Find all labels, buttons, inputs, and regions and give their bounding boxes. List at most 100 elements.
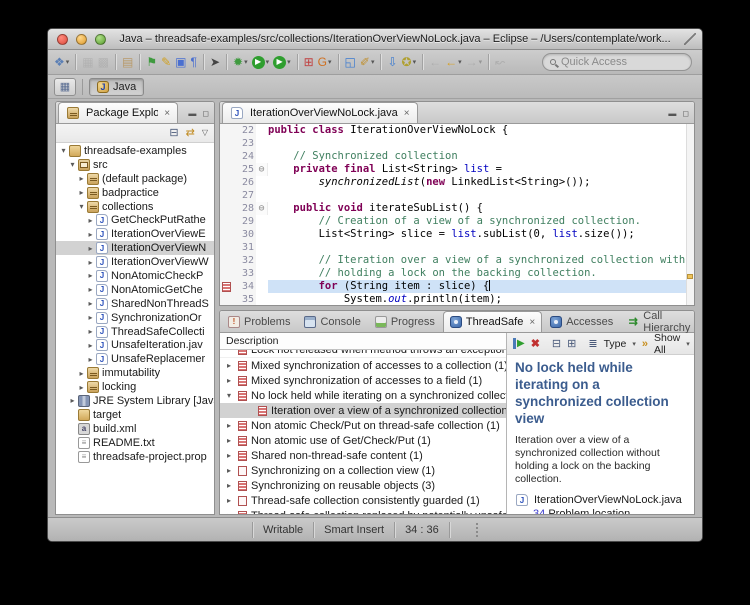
collapse-all-button[interactable]: ⊟	[169, 127, 178, 139]
code-line-32[interactable]: 32 // Iteration over a view of a synchro…	[220, 254, 694, 267]
select-element-button[interactable]: ➤	[208, 52, 222, 72]
tree-item-unsafereplacemer[interactable]: ▸ UnsafeReplacemer	[56, 352, 214, 366]
code-line-30[interactable]: 30 List<String> slice = list.subList(0, …	[220, 228, 694, 241]
fold-collapse-icon[interactable]: ⊖	[256, 202, 268, 215]
description-column-header[interactable]: Description	[220, 333, 506, 350]
view-menu-button[interactable]: ▽	[202, 129, 208, 137]
tree-item-jre-system-library-java[interactable]: ▸ JRE System Library [Java	[56, 394, 214, 408]
expander-icon[interactable]: ▸	[86, 313, 95, 322]
tree-item-iterationoverviewe[interactable]: ▸ IterationOverViewE	[56, 227, 214, 241]
code-line-27[interactable]: 27	[220, 189, 694, 202]
tree-item-immutability[interactable]: ▸ immutability	[56, 366, 214, 380]
expander-icon[interactable]: ▸	[224, 421, 234, 430]
expander-icon[interactable]: ▸	[86, 299, 95, 308]
code-line-35[interactable]: 35 System.out.println(item);	[220, 293, 694, 305]
code-line-25[interactable]: 25 ⊖ private final List<String> list =	[220, 163, 694, 176]
maximize-view-button[interactable]: ◻	[202, 109, 209, 118]
import-button[interactable]: ⇩	[385, 52, 399, 72]
code-editor[interactable]: 22 public class IterationOverViewNoLock {…	[220, 124, 694, 305]
expander-icon[interactable]: ▸	[86, 285, 95, 294]
run-button[interactable]: ▶ ▾	[250, 52, 272, 72]
quick-access[interactable]	[542, 53, 692, 71]
new-wizard-button[interactable]: ❖ ▾	[52, 52, 71, 72]
expander-icon[interactable]: ▸	[224, 436, 234, 445]
occurrence-marker-icon[interactable]	[687, 274, 693, 279]
code-line-34[interactable]: 34 for (String item : slice) {	[220, 280, 694, 293]
expander-icon[interactable]: ▸	[86, 327, 95, 336]
tree-item-badpractice[interactable]: ▸ badpractice	[56, 186, 214, 200]
show-whitespace-button[interactable]: ¶	[188, 52, 198, 72]
expander-icon[interactable]: ▸	[86, 244, 95, 253]
issue-non-atomic-check-put-on-thread-safe-coll[interactable]: ▸ Non atomic Check/Put on thread-safe col…	[220, 418, 506, 433]
external-tools-button[interactable]: G ▾	[316, 52, 334, 72]
open-resource-button[interactable]: ◱	[343, 52, 358, 72]
window-titlebar[interactable]: Java – threadsafe-examples/src/collectio…	[48, 29, 702, 50]
format-button[interactable]: ✎	[159, 52, 173, 72]
tree-item-unsafeiteration-jav[interactable]: ▸ UnsafeIteration.jav	[56, 338, 214, 352]
threadsafe-analysis-button[interactable]: ⚑	[144, 52, 159, 72]
expander-icon[interactable]: ▸	[224, 511, 234, 514]
annotation-button[interactable]: ✪ ▾	[400, 52, 419, 72]
issue-thread-safe-collection-replaced-by-poten[interactable]: ▸ Thread-safe collection replaced by pote…	[220, 508, 506, 514]
window-resize-icon[interactable]	[684, 33, 696, 45]
tab-call-hierarchy[interactable]: ⇉ Call Hierarchy	[621, 311, 694, 334]
coverage-button[interactable]: ⊞	[302, 52, 316, 72]
tree-item-synchronizationor[interactable]: ▸ SynchronizationOr	[56, 311, 214, 325]
close-window-button[interactable]	[57, 33, 68, 45]
expander-icon[interactable]: ▸	[86, 271, 95, 280]
expander-icon[interactable]: ▸	[86, 230, 95, 239]
group-by-type-button[interactable]: Type	[604, 338, 627, 350]
expander-icon[interactable]: ▸	[224, 481, 234, 490]
expander-icon[interactable]: ▸	[224, 451, 234, 460]
expander-icon[interactable]: ▸	[86, 355, 95, 364]
expander-icon[interactable]: ▸	[224, 361, 234, 370]
problem-location-link[interactable]: 34	[533, 508, 545, 514]
expander-icon[interactable]: ▸	[77, 188, 86, 197]
back-button[interactable]: ← ▾	[443, 52, 464, 72]
tree-item-getcheckputrathe[interactable]: ▸ GetCheckPutRathe	[56, 213, 214, 227]
tab-problems[interactable]: Problems	[222, 311, 296, 332]
debug-button[interactable]: ✹ ▾	[231, 52, 250, 72]
expander-icon[interactable]: ▸	[86, 216, 95, 225]
search-button[interactable]: ✐ ▾	[358, 52, 377, 72]
expander-icon[interactable]: ▸	[68, 396, 77, 405]
issue-synchronizing-on-a-collection-view-1[interactable]: ▸ Synchronizing on a collection view (1)	[220, 463, 506, 478]
expander-icon[interactable]: ▾	[68, 160, 77, 169]
issue-iteration-over-a-view-of-a-synchronized-[interactable]: Iteration over a view of a synchronized …	[220, 403, 506, 418]
code-line-29[interactable]: 29 // Creation of a view of a synchroniz…	[220, 215, 694, 228]
code-line-22[interactable]: 22 public class IterationOverViewNoLock {	[220, 124, 694, 137]
tree-item-locking[interactable]: ▸ locking	[56, 380, 214, 394]
tree-item-readme-txt[interactable]: README.txt	[56, 436, 214, 450]
tree-item-iterationoverviewn[interactable]: ▸ IterationOverViewN	[56, 241, 214, 256]
tab-console[interactable]: Console	[298, 311, 366, 332]
expander-icon[interactable]: ▸	[224, 376, 234, 385]
close-threadsafe-tab-icon[interactable]: ×	[529, 317, 535, 328]
tree-item-iterationovervieww[interactable]: ▸ IterationOverViewW	[56, 255, 214, 269]
expander-icon[interactable]: ▾	[59, 146, 68, 155]
issue-shared-non-thread-safe-content-1[interactable]: ▸ Shared non-thread-safe content (1)	[220, 448, 506, 463]
issue-non-atomic-use-of-get-check-put-1[interactable]: ▸ Non atomic use of Get/Check/Put (1)	[220, 433, 506, 448]
expander-icon[interactable]: ▸	[77, 174, 86, 183]
code-line-24[interactable]: 24 // Synchronized collection	[220, 150, 694, 163]
show-all-button[interactable]: Show All	[654, 333, 680, 356]
tab-accesses[interactable]: Accesses	[544, 311, 619, 332]
close-view-icon[interactable]: ×	[164, 108, 170, 119]
delete-markers-button[interactable]: ✖	[531, 337, 540, 350]
expand-all-button[interactable]: ⊞	[567, 337, 576, 350]
tree-item-threadsafe-project-prop[interactable]: threadsafe-project.prop	[56, 450, 214, 464]
fold-collapse-icon[interactable]: ⊖	[256, 163, 268, 176]
issue-synchronizing-on-reusable-objects-3[interactable]: ▸ Synchronizing on reusable objects (3)	[220, 478, 506, 493]
expander-icon[interactable]: ▸	[224, 496, 234, 505]
tab-progress[interactable]: Progress	[369, 311, 441, 332]
expander-icon[interactable]: ▾	[77, 202, 86, 211]
zoom-window-button[interactable]	[95, 33, 106, 45]
tree-item-target[interactable]: target	[56, 408, 214, 422]
overview-ruler[interactable]	[686, 124, 694, 305]
issue-mixed-synchronization-of-accesses-to-a-c[interactable]: ▸ Mixed synchronization of accesses to a …	[220, 358, 506, 373]
tree-item-collections[interactable]: ▾ collections	[56, 200, 214, 214]
code-line-33[interactable]: 33 // holding a lock on the backing coll…	[220, 267, 694, 280]
expander-icon[interactable]: ▸	[77, 369, 86, 378]
close-editor-tab-icon[interactable]: ×	[404, 108, 410, 119]
tab-threadsafe[interactable]: ThreadSafe ×	[442, 311, 543, 332]
tree-item-nonatomiccheckp[interactable]: ▸ NonAtomicCheckP	[56, 269, 214, 283]
